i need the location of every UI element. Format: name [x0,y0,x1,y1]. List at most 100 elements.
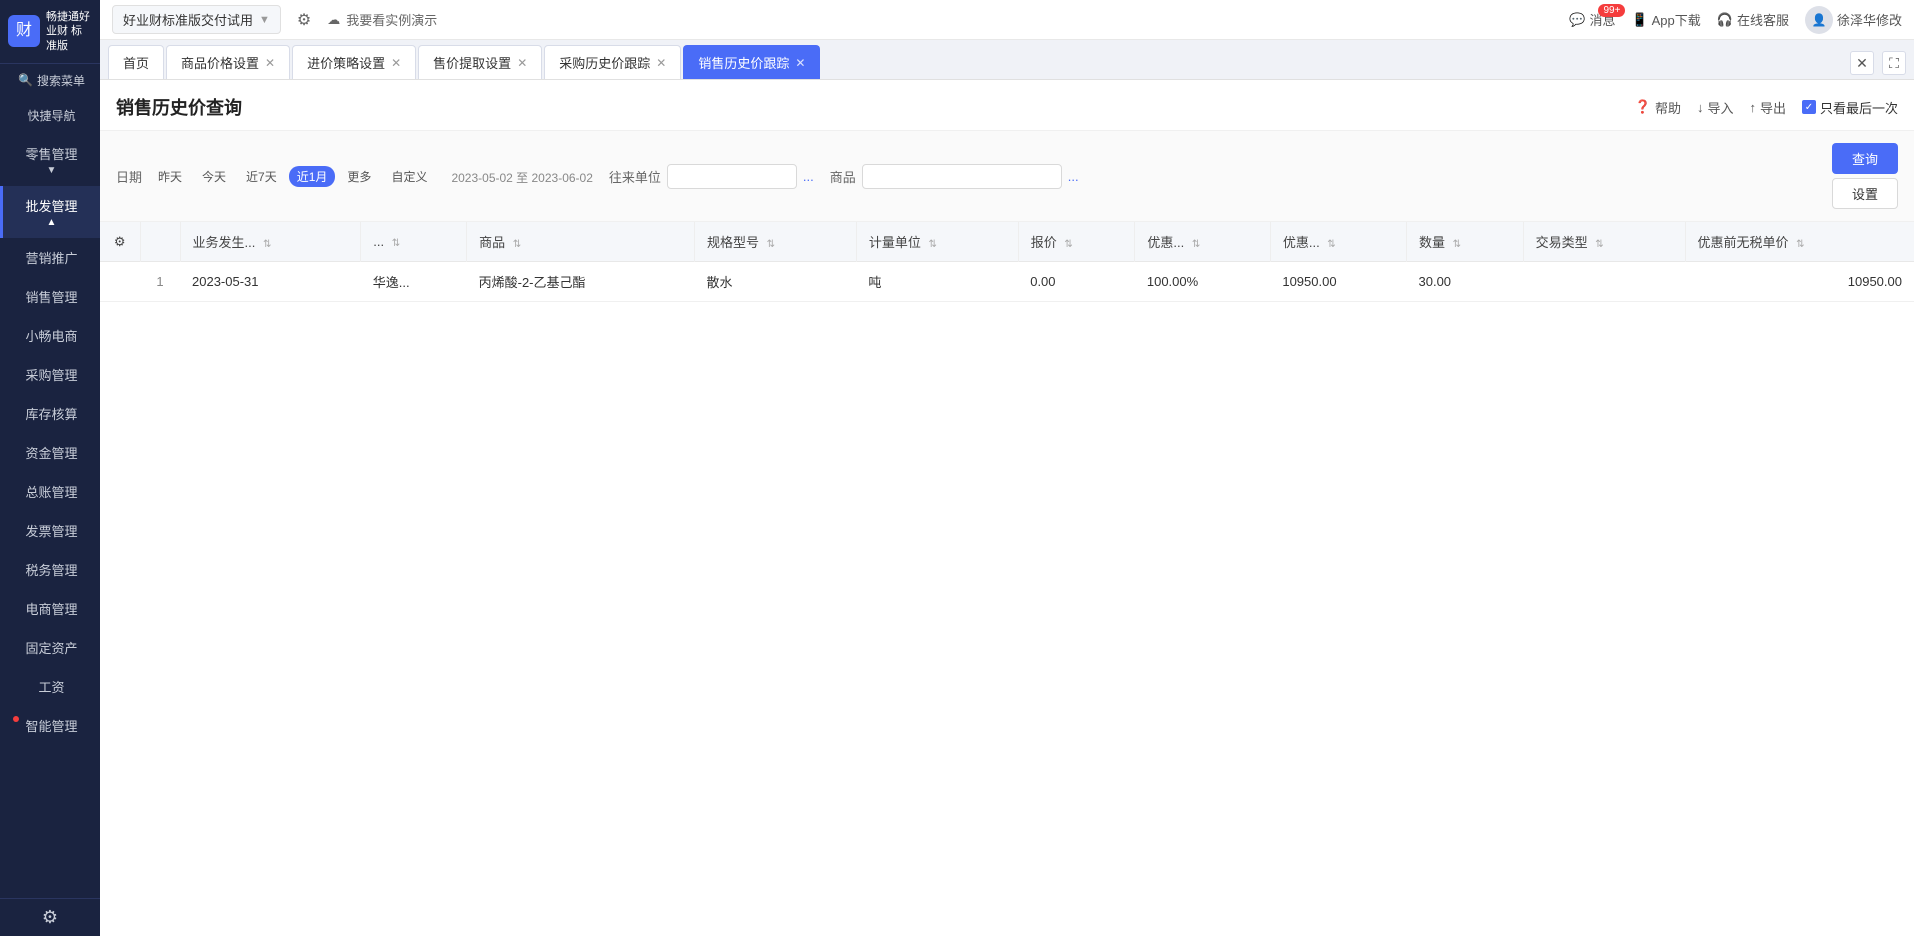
tab-close-window-button[interactable]: ✕ [1850,51,1874,75]
tab-product-price[interactable]: 商品价格设置 ✕ [166,45,290,79]
tab-maximize-button[interactable]: ⛶ [1882,51,1906,75]
tab-product-price-close[interactable]: ✕ [265,56,275,70]
fixed-assets-label: 固定资产 [25,638,77,657]
table-container: ⚙ 业务发生... ⇅ ... ⇅ 商品 ⇅ 规格型号 ⇅ 计量单位 ⇅ 报价 … [100,222,1914,936]
tab-product-price-label: 商品价格设置 [181,53,259,72]
sidebar-search-label: 搜索菜单 [37,72,85,89]
cloud-icon: ☁ [327,12,340,28]
date-opt-yesterday[interactable]: 昨天 [150,166,190,187]
date-opt-7days[interactable]: 近7天 [238,166,285,187]
col-settings[interactable]: ⚙ [100,222,140,262]
ledger-label: 总账管理 [25,482,77,501]
sidebar-item-wholesale[interactable]: 批发管理 ▲ [0,186,100,238]
date-opt-more[interactable]: 更多 [339,166,379,187]
ecommerce-small-label: 小畅电商 [25,326,77,345]
message-badge: 99+ [1598,4,1625,17]
col-price[interactable]: 报价 ⇅ [1018,222,1135,262]
tab-purchase-history-close[interactable]: ✕ [656,56,666,70]
col-discount1[interactable]: 优惠... ⇅ [1135,222,1270,262]
sidebar-item-inventory[interactable]: 库存核算 [0,394,100,433]
message-button[interactable]: 💬 消息 99+ [1569,10,1615,29]
source-unit-filter: 往来单位 ... [609,164,814,189]
sidebar-item-marketing[interactable]: 营销推广 [0,238,100,277]
tab-cost-strategy[interactable]: 进价策略设置 ✕ [292,45,416,79]
online-service-button[interactable]: 🎧 在线客服 [1717,10,1789,29]
tab-cost-strategy-close[interactable]: ✕ [391,56,401,70]
row-unit-cell: 吨 [856,262,1018,302]
app-download-button[interactable]: 📱 App下载 [1631,10,1700,29]
col-date[interactable]: 业务发生... ⇅ [180,222,361,262]
sidebar-item-fixed-assets[interactable]: 固定资产 [0,628,100,667]
sidebar-item-payroll[interactable]: 工资 [0,667,100,706]
col-qty[interactable]: 数量 ⇅ [1407,222,1524,262]
sidebar-item-ecommerce[interactable]: 电商管理 [0,589,100,628]
edition-selector[interactable]: 好业财标准版交付试用 ▼ [112,5,281,34]
filter-settings-button[interactable]: 设置 [1832,178,1898,209]
sidebar-item-sales[interactable]: 销售管理 [0,277,100,316]
avatar: 👤 [1805,6,1833,34]
tab-home[interactable]: 首页 [108,45,164,79]
source-unit-label: 往来单位 [609,167,661,186]
phone-icon: 📱 [1631,12,1647,28]
row-spec-cell: 散水 [694,262,856,302]
inventory-label: 库存核算 [25,404,77,423]
ecommerce-label: 电商管理 [25,599,77,618]
tab-sale-extract[interactable]: 售价提取设置 ✕ [418,45,542,79]
date-opt-1month[interactable]: 近1月 [289,166,336,187]
export-label: 导出 [1760,98,1786,117]
page-title: 销售历史价查询 [116,94,1635,120]
help-button[interactable]: ❓ 帮助 [1635,98,1681,117]
sidebar-logo: 财 畅捷通好业财 标准版 [0,0,100,64]
topbar: 好业财标准版交付试用 ▼ ⚙ ☁ 我要看实例演示 💬 消息 99+ 📱 App下… [100,0,1914,40]
col-product[interactable]: 商品 ⇅ [467,222,695,262]
user-profile-button[interactable]: 👤 徐泽华修改 [1805,6,1902,34]
chevron-down-icon: ▼ [259,14,270,26]
source-unit-input[interactable] [667,164,797,189]
query-button[interactable]: 查询 [1832,143,1898,174]
col-extra[interactable]: ... ⇅ [361,222,467,262]
gear-icon[interactable]: ⚙ [42,907,58,927]
sidebar-item-quicknav[interactable]: 快捷导航 [0,97,100,134]
tab-sales-history[interactable]: 销售历史价跟踪 ✕ [683,45,820,79]
tab-sales-history-label: 销售历史价跟踪 [698,53,789,72]
wholesale-label: 批发管理 [25,196,77,215]
date-opt-custom[interactable]: 自定义 [383,166,435,187]
sidebar: 财 畅捷通好业财 标准版 🔍 搜索菜单 快捷导航 零售管理 ▼ 批发管理 ▲ 营… [0,0,100,936]
product-ellipsis[interactable]: ... [1068,169,1079,184]
date-filter-label: 日期 [116,167,142,186]
sidebar-item-search[interactable]: 🔍 搜索菜单 [0,64,100,97]
row-discount2-cell: 10950.00 [1270,262,1406,302]
source-unit-ellipsis[interactable]: ... [803,169,814,184]
product-input[interactable] [862,164,1062,189]
product-label: 商品 [830,167,856,186]
sidebar-item-tax[interactable]: 税务管理 [0,550,100,589]
sidebar-item-purchase[interactable]: 采购管理 [0,355,100,394]
smart-label: 智能管理 [25,716,77,735]
col-discount2[interactable]: 优惠... ⇅ [1270,222,1406,262]
col-spec[interactable]: 规格型号 ⇅ [694,222,856,262]
quicknav-label: 快捷导航 [27,107,75,124]
sidebar-item-finance[interactable]: 资金管理 [0,433,100,472]
col-pretax-price[interactable]: 优惠前无税单价 ⇅ [1685,222,1914,262]
export-button[interactable]: ↑ 导出 [1749,98,1786,117]
col-trade-type[interactable]: 交易类型 ⇅ [1523,222,1685,262]
import-label: 导入 [1707,98,1733,117]
tab-sale-extract-close[interactable]: ✕ [517,56,527,70]
sidebar-item-retail[interactable]: 零售管理 ▼ [0,134,100,186]
tab-purchase-history[interactable]: 采购历史价跟踪 ✕ [544,45,681,79]
row-num-cell: 1 [140,262,180,302]
sidebar-item-invoice[interactable]: 发票管理 [0,511,100,550]
topbar-settings-icon[interactable]: ⚙ [293,6,315,34]
payroll-label: 工资 [38,677,64,696]
sidebar-item-ledger[interactable]: 总账管理 [0,472,100,511]
sidebar-item-ecommerce-small[interactable]: 小畅电商 [0,316,100,355]
last-only-checkbox[interactable]: ✓ 只看最后一次 [1802,98,1898,117]
import-button[interactable]: ↓ 导入 [1697,98,1734,117]
demo-button[interactable]: ☁ 我要看实例演示 [327,10,437,29]
tab-sales-history-close[interactable]: ✕ [795,56,805,70]
sidebar-item-smart[interactable]: 智能管理 [0,706,100,745]
table-row[interactable]: 1 2023-05-31 华逸... 丙烯酸-2-乙基己酯 散水 吨 0.00 … [100,262,1914,302]
invoice-label: 发票管理 [25,521,77,540]
date-opt-today[interactable]: 今天 [194,166,234,187]
col-unit[interactable]: 计量单位 ⇅ [856,222,1018,262]
